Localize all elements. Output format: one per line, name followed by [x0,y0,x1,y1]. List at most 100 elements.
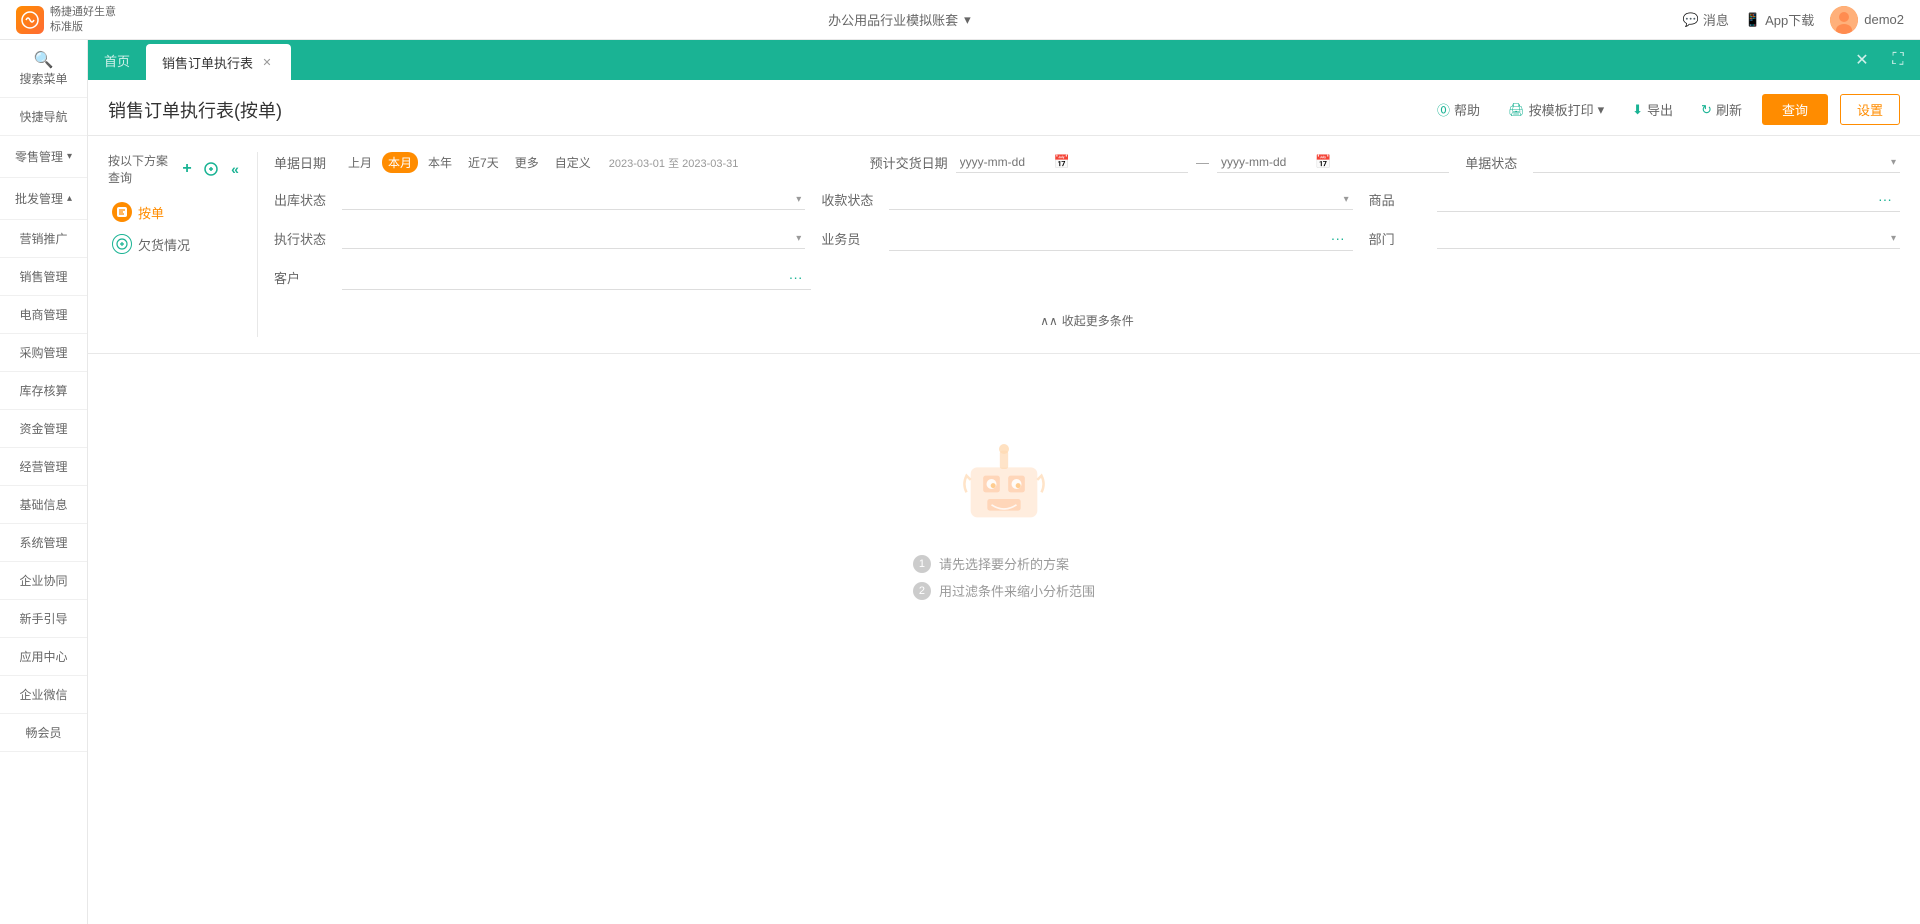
salesperson-ellipsis-btn[interactable]: ··· [1327,230,1349,246]
customer-field: 客户 ··· [274,265,811,290]
sidebar-item-corp-wechat[interactable]: 企业微信 [0,676,87,714]
app-icon: 📱 [1745,12,1761,28]
by-order-icon [112,202,132,222]
sidebar-item-sys-mgmt[interactable]: 系统管理 [0,524,87,562]
sidebar-item-corp[interactable]: 企业协同 [0,562,87,600]
print-icon: 🖨 [1508,102,1525,118]
help-icon: ⓪ [1437,100,1450,119]
sidebar-item-basic-info[interactable]: 基础信息 [0,486,87,524]
doc-status-label: 单据状态 [1465,153,1525,172]
date-tab-last7[interactable]: 近7天 [462,152,505,173]
header-right: 💬 消息 📱 App下载 demo2 [1683,6,1904,34]
content-area: 首页 销售订单执行表 ✕ ✕ ⛶ 销售订单执行表(按单) ⓪ [88,40,1920,924]
settings-btn[interactable]: 设置 [1840,94,1900,125]
industry-selector[interactable]: 办公用品行业模拟账套 ▾ [828,10,971,29]
scheme-by-order[interactable]: 按单 [108,196,245,228]
date-tab-this-month[interactable]: 本月 [382,152,418,173]
print-btn[interactable]: 🖨 按模板打印 ▾ [1500,96,1612,123]
date-tab-last-month[interactable]: 上月 [342,152,378,173]
sidebar-item-app-center[interactable]: 应用中心 [0,638,87,676]
customer-ellipsis-btn[interactable]: ··· [785,269,807,285]
sidebar-item-label-sales: 销售管理 [19,268,67,285]
by-debt-label: 欠货情况 [138,235,190,254]
payment-status-field: 收款状态 ▾ [821,190,1352,210]
logo-area: 畅捷通好生意 标准版 [16,5,116,34]
date-tab-custom[interactable]: 自定义 [549,152,597,173]
export-btn[interactable]: ⬇ 导出 [1624,96,1681,123]
filter-main: 单据日期 上月 本月 本年 近7天 更多 自定义 2023-03-01 至 20… [258,152,1900,337]
payment-status-label: 收款状态 [821,190,881,209]
salesperson-field: 业务员 ··· [821,226,1352,251]
expected-date-from-wrap[interactable]: 📅 [956,152,1188,173]
user-avatar-btn[interactable]: demo2 [1830,6,1904,34]
stock-status-label: 出库状态 [274,190,334,209]
empty-step-2: 2 用过滤条件来缩小分析范围 [913,581,1095,600]
expected-date-to-wrap[interactable]: 📅 [1217,152,1449,173]
sidebar-item-label-sys: 系统管理 [19,534,67,551]
payment-status-select[interactable]: ▾ [889,190,1352,210]
product-ellipsis-btn[interactable]: ··· [1874,191,1896,207]
sidebar-item-label-corp: 企业协同 [19,572,67,589]
add-scheme-icon[interactable]: + [177,159,197,179]
customer-label: 客户 [274,268,334,287]
doc-status-arrow-icon: ▾ [1891,157,1896,168]
step-num-2: 2 [913,582,931,600]
sidebar-item-inventory[interactable]: 库存核算 [0,372,87,410]
empty-state-icon [954,434,1054,534]
department-arrow-icon: ▾ [1891,233,1896,244]
collapse-label: 收起更多条件 [1062,312,1134,329]
logo-icon [16,6,44,34]
expected-date-from-input[interactable] [960,155,1050,169]
search-btn[interactable]: 查询 [1762,94,1828,125]
quick-nav[interactable]: 快捷导航 [0,98,87,136]
collapse-more-btn[interactable]: ∧∧ 收起更多条件 [274,304,1900,337]
page-title-bar: 销售订单执行表(按单) ⓪ 帮助 🖨 按模板打印 ▾ ⬇ [88,80,1920,136]
stock-status-select[interactable]: ▾ [342,190,805,210]
help-btn[interactable]: ⓪ 帮助 [1429,96,1488,123]
sidebar-item-label-newbie: 新手引导 [19,610,67,627]
sidebar-item-finance[interactable]: 资金管理 [0,410,87,448]
tab-maximize-btn[interactable]: ⛶ [1884,46,1912,74]
message-icon: 💬 [1683,12,1699,28]
page-title: 销售订单执行表(按单) [108,97,282,123]
expected-date-to-input[interactable] [1221,155,1311,169]
date-tab-this-year[interactable]: 本年 [422,152,458,173]
refresh-btn[interactable]: ↻ 刷新 [1693,96,1750,123]
exec-status-select[interactable]: ▾ [342,229,805,249]
tab-home[interactable]: 首页 [88,40,146,80]
tab-minimize-btn[interactable]: ✕ [1848,46,1876,74]
step-num-1: 1 [913,555,931,573]
tab-sales-execution[interactable]: 销售订单执行表 ✕ [146,44,291,80]
filter-row-1: 单据日期 上月 本月 本年 近7天 更多 自定义 2023-03-01 至 20… [274,152,1900,173]
empty-state: 1 请先选择要分析的方案 2 用过滤条件来缩小分析范围 [88,354,1920,688]
sidebar-item-label-ops: 经营管理 [19,458,67,475]
app-download-btn[interactable]: 📱 App下载 [1745,10,1814,29]
edit-scheme-icon[interactable] [201,159,221,179]
scheme-by-debt[interactable]: 欠货情况 [108,228,245,260]
sidebar-item-member[interactable]: 畅会员 [0,714,87,752]
payment-status-arrow-icon: ▾ [1344,194,1349,205]
sidebar-item-purchase[interactable]: 采购管理 [0,334,87,372]
sidebar-item-sales-mgmt[interactable]: 销售管理 [0,258,87,296]
doc-status-select[interactable]: ▾ [1533,153,1900,173]
sidebar-item-marketing[interactable]: 营销推广 [0,220,87,258]
department-select[interactable]: ▾ [1437,229,1900,249]
main-container: 🔍 搜索菜单 快捷导航 零售管理 ▾ 批发管理 ▴ 营销推广 销售管理 电商管理… [0,40,1920,924]
sidebar-item-newbie[interactable]: 新手引导 [0,600,87,638]
message-btn[interactable]: 💬 消息 [1683,10,1729,29]
collapse-chevron-icon: ∧∧ [1040,314,1058,328]
wholesale-arrow-icon: ▴ [67,193,72,204]
sidebar-item-label-finance: 资金管理 [19,420,67,437]
collapse-sidebar-icon[interactable]: « [225,159,245,179]
top-header: 畅捷通好生意 标准版 办公用品行业模拟账套 ▾ 💬 消息 📱 App下载 d [0,0,1920,40]
sidebar-search[interactable]: 🔍 搜索菜单 [0,40,87,98]
sidebar-item-wholesale-mgmt[interactable]: 批发管理 ▴ [0,178,87,220]
date-tab-more[interactable]: 更多 [509,152,545,173]
product-label: 商品 [1369,190,1429,209]
sidebar-item-label-marketing: 营销推广 [19,230,67,247]
tab-close-btn[interactable]: ✕ [259,54,275,70]
sidebar-item-ops[interactable]: 经营管理 [0,448,87,486]
sidebar-item-ecommerce[interactable]: 电商管理 [0,296,87,334]
tab-sales-execution-label: 销售订单执行表 [162,53,253,72]
sidebar-item-retail-mgmt[interactable]: 零售管理 ▾ [0,136,87,178]
